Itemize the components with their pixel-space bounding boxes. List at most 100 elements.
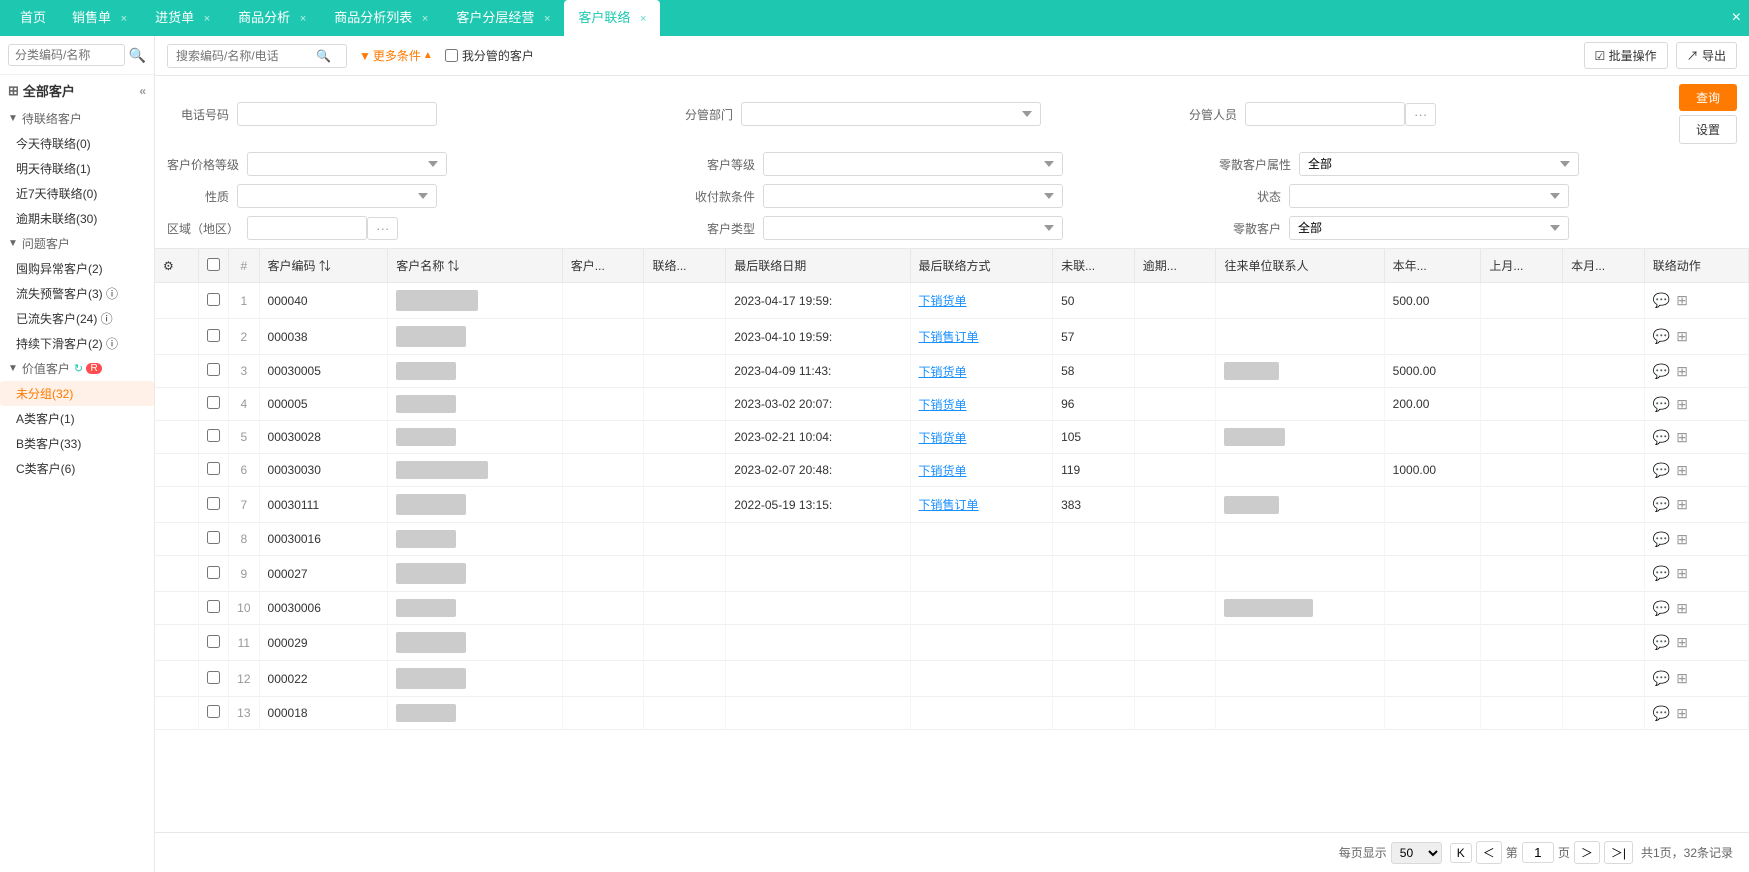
my-customers-check[interactable] (445, 49, 458, 62)
qr-icon[interactable]: ⊞ (1676, 670, 1688, 687)
qr-icon[interactable]: ⊞ (1676, 396, 1688, 413)
contact-method-link[interactable]: 下销售订单 (919, 498, 979, 512)
sidebar-item-ungrouped[interactable]: 未分组(32) (0, 381, 154, 406)
manager-input[interactable] (1245, 102, 1405, 126)
qr-icon[interactable]: ⊞ (1676, 705, 1688, 722)
payment-select[interactable] (763, 184, 1063, 208)
qr-icon[interactable]: ⊞ (1676, 363, 1688, 380)
chat-icon[interactable]: 💬 (1653, 328, 1670, 345)
last-month-col-header[interactable]: 上月... (1481, 249, 1563, 283)
prev-page-btn[interactable]: ＜ (1476, 841, 1502, 864)
last-contact-date-col-header[interactable]: 最后联络日期 (726, 249, 910, 283)
row-checkbox[interactable] (207, 429, 220, 442)
contact-method-link[interactable]: 下销货单 (919, 294, 967, 308)
this-month-col-header[interactable]: 本月... (1563, 249, 1645, 283)
row-last-contact-method[interactable] (910, 592, 1053, 625)
row-last-contact-method[interactable]: 下销货单 (910, 355, 1053, 388)
row-checkbox-cell[interactable] (199, 454, 229, 487)
row-checkbox[interactable] (207, 396, 220, 409)
tab-product-analysis[interactable]: 商品分析 × (224, 0, 320, 36)
qr-icon[interactable]: ⊞ (1676, 600, 1688, 617)
chat-icon[interactable]: 💬 (1653, 496, 1670, 513)
tab-sales[interactable]: 销售单 × (58, 0, 141, 36)
sidebar-item-a-class[interactable]: A类客户(1) (0, 406, 154, 431)
tab-home[interactable]: 首页 (8, 0, 58, 36)
select-all-col[interactable] (199, 249, 229, 283)
settings-col-header[interactable]: ⚙ (155, 249, 199, 283)
overdue-col-header[interactable]: 逾期... (1134, 249, 1216, 283)
chat-icon[interactable]: 💬 (1653, 565, 1670, 582)
sidebar-all-customers[interactable]: ⊞ 全部客户 « (0, 75, 154, 106)
qr-icon[interactable]: ⊞ (1676, 292, 1688, 309)
chat-icon[interactable]: 💬 (1653, 670, 1670, 687)
row-checkbox-cell[interactable] (199, 319, 229, 355)
row-checkbox[interactable] (207, 329, 220, 342)
row-checkbox[interactable] (207, 531, 220, 544)
not-contacted-col-header[interactable]: 未联... (1053, 249, 1135, 283)
row-checkbox-cell[interactable] (199, 697, 229, 730)
sidebar-search-input[interactable] (8, 44, 125, 66)
sidebar-item-tomorrow[interactable]: 明天待联络(1) (0, 156, 154, 181)
customer-level-select[interactable] (763, 152, 1063, 176)
contact-method-link[interactable]: 下销售订单 (919, 330, 979, 344)
contact-method-link[interactable]: 下销货单 (919, 431, 967, 445)
row-last-contact-method[interactable]: 下销货单 (910, 421, 1053, 454)
per-page-select[interactable]: 50 100 (1391, 842, 1442, 864)
chat-icon[interactable]: 💬 (1653, 396, 1670, 413)
last-page-btn[interactable]: ＞| (1604, 841, 1633, 864)
chat-icon[interactable]: 💬 (1653, 429, 1670, 446)
nature-select[interactable] (237, 184, 437, 208)
price-level-select[interactable] (247, 152, 447, 176)
reset-btn[interactable]: 设置 (1679, 115, 1737, 144)
tab-product-analysis-list[interactable]: 商品分析列表 × (320, 0, 442, 36)
name-col-header[interactable]: 客户名称 ⇅ (388, 249, 563, 283)
refresh-icon[interactable]: ↻ (74, 362, 83, 375)
chat-icon[interactable]: 💬 (1653, 634, 1670, 651)
filter-search-input[interactable] (176, 49, 316, 63)
row-checkbox-cell[interactable] (199, 487, 229, 523)
row-checkbox[interactable] (207, 363, 220, 376)
row-last-contact-method[interactable]: 下销货单 (910, 454, 1053, 487)
row-checkbox-cell[interactable] (199, 421, 229, 454)
page-input[interactable] (1522, 842, 1554, 863)
next-page-btn[interactable]: ＞ (1574, 841, 1600, 864)
first-page-btn[interactable]: K (1450, 843, 1472, 863)
close-customer-segment-icon[interactable]: × (544, 13, 550, 25)
qr-icon[interactable]: ⊞ (1676, 565, 1688, 582)
chat-icon[interactable]: 💬 (1653, 363, 1670, 380)
sidebar-search-icon[interactable]: 🔍 (129, 47, 146, 64)
chat-icon[interactable]: 💬 (1653, 292, 1670, 309)
filter-search-icon[interactable]: 🔍 (316, 49, 331, 63)
code-col-header[interactable]: 客户编码 ⇅ (259, 249, 388, 283)
collapse-sidebar-icon[interactable]: « (139, 84, 146, 98)
qr-icon[interactable]: ⊞ (1676, 531, 1688, 548)
row-last-contact-method[interactable] (910, 523, 1053, 556)
query-btn[interactable]: 查询 (1679, 84, 1737, 111)
customer-type-select[interactable] (763, 216, 1063, 240)
sidebar-item-churn-warning[interactable]: 流失预警客户(3) ⓘ (0, 281, 154, 306)
batch-operation-btn[interactable]: ☑ 批量操作 (1584, 42, 1668, 69)
row-checkbox-cell[interactable] (199, 625, 229, 661)
status-select[interactable] (1289, 184, 1569, 208)
row-checkbox[interactable] (207, 497, 220, 510)
sidebar-item-churned[interactable]: 已流失客户(24) ⓘ (0, 306, 154, 331)
chat-icon[interactable]: 💬 (1653, 600, 1670, 617)
chat-icon[interactable]: 💬 (1653, 462, 1670, 479)
qr-icon[interactable]: ⊞ (1676, 496, 1688, 513)
phone-input[interactable] (237, 102, 437, 126)
contact-method-link[interactable]: 下销货单 (919, 464, 967, 478)
sidebar-item-hoarding[interactable]: 囤购异常客户(2) (0, 256, 154, 281)
row-last-contact-method[interactable]: 下销售订单 (910, 487, 1053, 523)
manager-dots-btn[interactable]: ··· (1405, 103, 1436, 126)
tab-customer-segment[interactable]: 客户分层经营 × (442, 0, 564, 36)
sidebar-item-c-class[interactable]: C类客户(6) (0, 456, 154, 481)
sidebar-item-b-class[interactable]: B类客户(33) (0, 431, 154, 456)
row-last-contact-method[interactable]: 下销售订单 (910, 319, 1053, 355)
row-checkbox[interactable] (207, 566, 220, 579)
last-contact-method-col-header[interactable]: 最后联络方式 (910, 249, 1053, 283)
row-last-contact-method[interactable]: 下销货单 (910, 283, 1053, 319)
close-purchase-icon[interactable]: × (204, 13, 210, 25)
region-dots-btn[interactable]: ··· (367, 217, 398, 240)
row-last-contact-method[interactable] (910, 661, 1053, 697)
sidebar-item-today[interactable]: 今天待联络(0) (0, 131, 154, 156)
